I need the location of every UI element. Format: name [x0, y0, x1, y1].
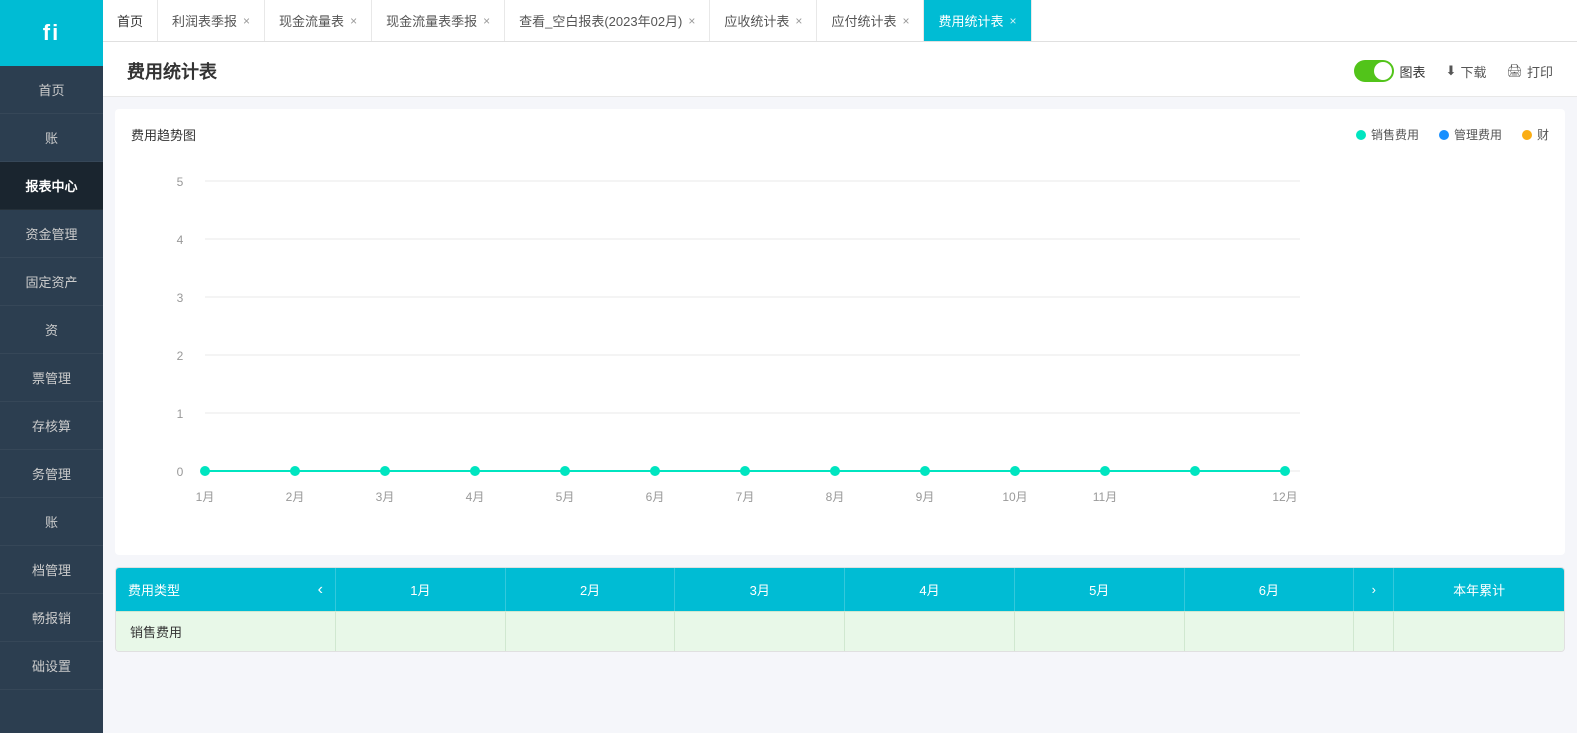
- chart-toggle[interactable]: [1354, 60, 1394, 82]
- svg-text:12月: 12月: [1272, 490, 1297, 504]
- table-header: 费用类型 ‹ 1月 2月 3月 4月 5月 6月 › 本年累计: [116, 568, 1564, 611]
- print-icon: 🖨: [1506, 63, 1523, 79]
- row-type-sales: 销售费用: [116, 612, 336, 651]
- svg-text:8月: 8月: [826, 490, 845, 504]
- row-may: [1015, 612, 1185, 651]
- print-button[interactable]: 🖨 打印: [1506, 62, 1553, 81]
- svg-text:6月: 6月: [646, 490, 665, 504]
- row-arrow: [1354, 612, 1394, 651]
- table-row: 销售费用: [116, 611, 1564, 651]
- close-tab-blank-report[interactable]: ×: [688, 14, 695, 28]
- chart-toggle-label: 图表: [1354, 60, 1426, 82]
- sidebar-item-funds[interactable]: 资金管理: [0, 210, 103, 258]
- legend-dot-admin: [1439, 130, 1449, 140]
- sidebar-item-resources[interactable]: 资: [0, 306, 103, 354]
- sidebar-item-account[interactable]: 账: [0, 114, 103, 162]
- header-actions: 图表 ⬇ 下载 🖨 打印: [1354, 60, 1553, 82]
- chart-container: 5 4 3 2 1 0: [131, 156, 1549, 539]
- svg-text:4: 4: [177, 233, 184, 247]
- tab-cashflow-quarterly[interactable]: 现金流量表季报 ×: [372, 0, 505, 42]
- close-tab-receivables[interactable]: ×: [795, 14, 802, 28]
- download-icon: ⬇: [1446, 63, 1457, 79]
- row-jun: [1185, 612, 1355, 651]
- chart-legend: 销售费用 管理费用 财: [1356, 126, 1549, 143]
- svg-text:5: 5: [177, 175, 184, 189]
- page-title: 费用统计表: [127, 58, 217, 84]
- legend-dot-finance: [1522, 130, 1532, 140]
- tab-payables[interactable]: 应付统计表 ×: [817, 0, 924, 42]
- svg-text:2: 2: [177, 349, 184, 363]
- page-header: 费用统计表 图表 ⬇ 下载 🖨 打印: [103, 42, 1577, 97]
- col-jan: 1月: [336, 568, 506, 611]
- row-ytd: [1394, 612, 1564, 651]
- chart-header: 费用趋势图 销售费用 管理费用 财: [131, 125, 1549, 144]
- svg-text:10月: 10月: [1002, 490, 1027, 504]
- tab-cashflow[interactable]: 现金流量表 ×: [265, 0, 372, 42]
- svg-text:11月: 11月: [1093, 490, 1117, 504]
- close-tab-expenses[interactable]: ×: [1009, 14, 1016, 28]
- legend-dot-sales: [1356, 130, 1366, 140]
- col-jun: 6月: [1185, 568, 1355, 611]
- sidebar-item-settings[interactable]: 础设置: [0, 642, 103, 690]
- table-section: 费用类型 ‹ 1月 2月 3月 4月 5月 6月 › 本年累计 销售费用: [115, 567, 1565, 652]
- trend-chart: 5 4 3 2 1 0: [131, 156, 1549, 536]
- svg-text:7月: 7月: [736, 490, 755, 504]
- col-may: 5月: [1015, 568, 1185, 611]
- close-tab-cashflow-quarterly[interactable]: ×: [483, 14, 490, 28]
- chart-title: 费用趋势图: [131, 125, 196, 144]
- col-mar: 3月: [675, 568, 845, 611]
- sidebar-item-expense[interactable]: 畅报销: [0, 594, 103, 642]
- tab-profit-quarterly[interactable]: 利润表季报 ×: [158, 0, 265, 42]
- sidebar: fi 首页 账 报表中心 资金管理 固定资产 资 票管理 存核算 务管理 账 档…: [0, 0, 103, 733]
- tab-receivables[interactable]: 应收统计表 ×: [710, 0, 817, 42]
- sidebar-item-ledger[interactable]: 账: [0, 498, 103, 546]
- svg-text:1: 1: [177, 407, 184, 421]
- svg-text:0: 0: [177, 465, 184, 479]
- col-ytd: 本年累计: [1394, 568, 1564, 611]
- tab-blank-report[interactable]: 查看_空白报表(2023年02月) ×: [505, 0, 710, 42]
- close-tab-payables[interactable]: ×: [902, 14, 909, 28]
- svg-text:2月: 2月: [286, 490, 305, 504]
- col-feb: 2月: [506, 568, 676, 611]
- col-next-arrow[interactable]: ›: [1354, 568, 1394, 611]
- download-button[interactable]: ⬇ 下载: [1446, 62, 1487, 81]
- page-content: 费用统计表 图表 ⬇ 下载 🖨 打印 费用趋势图: [103, 42, 1577, 733]
- sidebar-item-assets[interactable]: 固定资产: [0, 258, 103, 306]
- legend-sales: 销售费用: [1356, 126, 1419, 143]
- sidebar-item-reports[interactable]: 报表中心: [0, 162, 103, 210]
- sidebar-item-home[interactable]: 首页: [0, 66, 103, 114]
- svg-text:5月: 5月: [556, 490, 575, 504]
- svg-text:3月: 3月: [376, 490, 395, 504]
- prev-arrow[interactable]: ‹: [318, 581, 323, 599]
- col-apr: 4月: [845, 568, 1015, 611]
- row-feb: [506, 612, 676, 651]
- legend-admin: 管理费用: [1439, 126, 1502, 143]
- svg-text:3: 3: [177, 291, 184, 305]
- close-tab-cashflow[interactable]: ×: [350, 14, 357, 28]
- legend-finance: 财: [1522, 126, 1549, 143]
- svg-text:4月: 4月: [466, 490, 485, 504]
- row-apr: [845, 612, 1015, 651]
- chart-section: 费用趋势图 销售费用 管理费用 财: [115, 109, 1565, 555]
- svg-text:9月: 9月: [916, 490, 935, 504]
- sidebar-item-archive[interactable]: 档管理: [0, 546, 103, 594]
- sidebar-item-services[interactable]: 务管理: [0, 450, 103, 498]
- sidebar-logo: fi: [0, 0, 103, 66]
- sidebar-item-tickets[interactable]: 票管理: [0, 354, 103, 402]
- tab-home[interactable]: 首页: [103, 0, 158, 42]
- close-tab-profit-quarterly[interactable]: ×: [243, 14, 250, 28]
- svg-text:1月: 1月: [196, 490, 215, 504]
- tab-bar: 首页 利润表季报 × 现金流量表 × 现金流量表季报 × 查看_空白报表(202…: [103, 0, 1577, 42]
- col-type: 费用类型 ‹: [116, 568, 336, 611]
- sidebar-item-inventory[interactable]: 存核算: [0, 402, 103, 450]
- row-jan: [336, 612, 506, 651]
- tab-expenses[interactable]: 费用统计表 ×: [924, 0, 1031, 42]
- main-area: 首页 利润表季报 × 现金流量表 × 现金流量表季报 × 查看_空白报表(202…: [103, 0, 1577, 733]
- row-mar: [675, 612, 845, 651]
